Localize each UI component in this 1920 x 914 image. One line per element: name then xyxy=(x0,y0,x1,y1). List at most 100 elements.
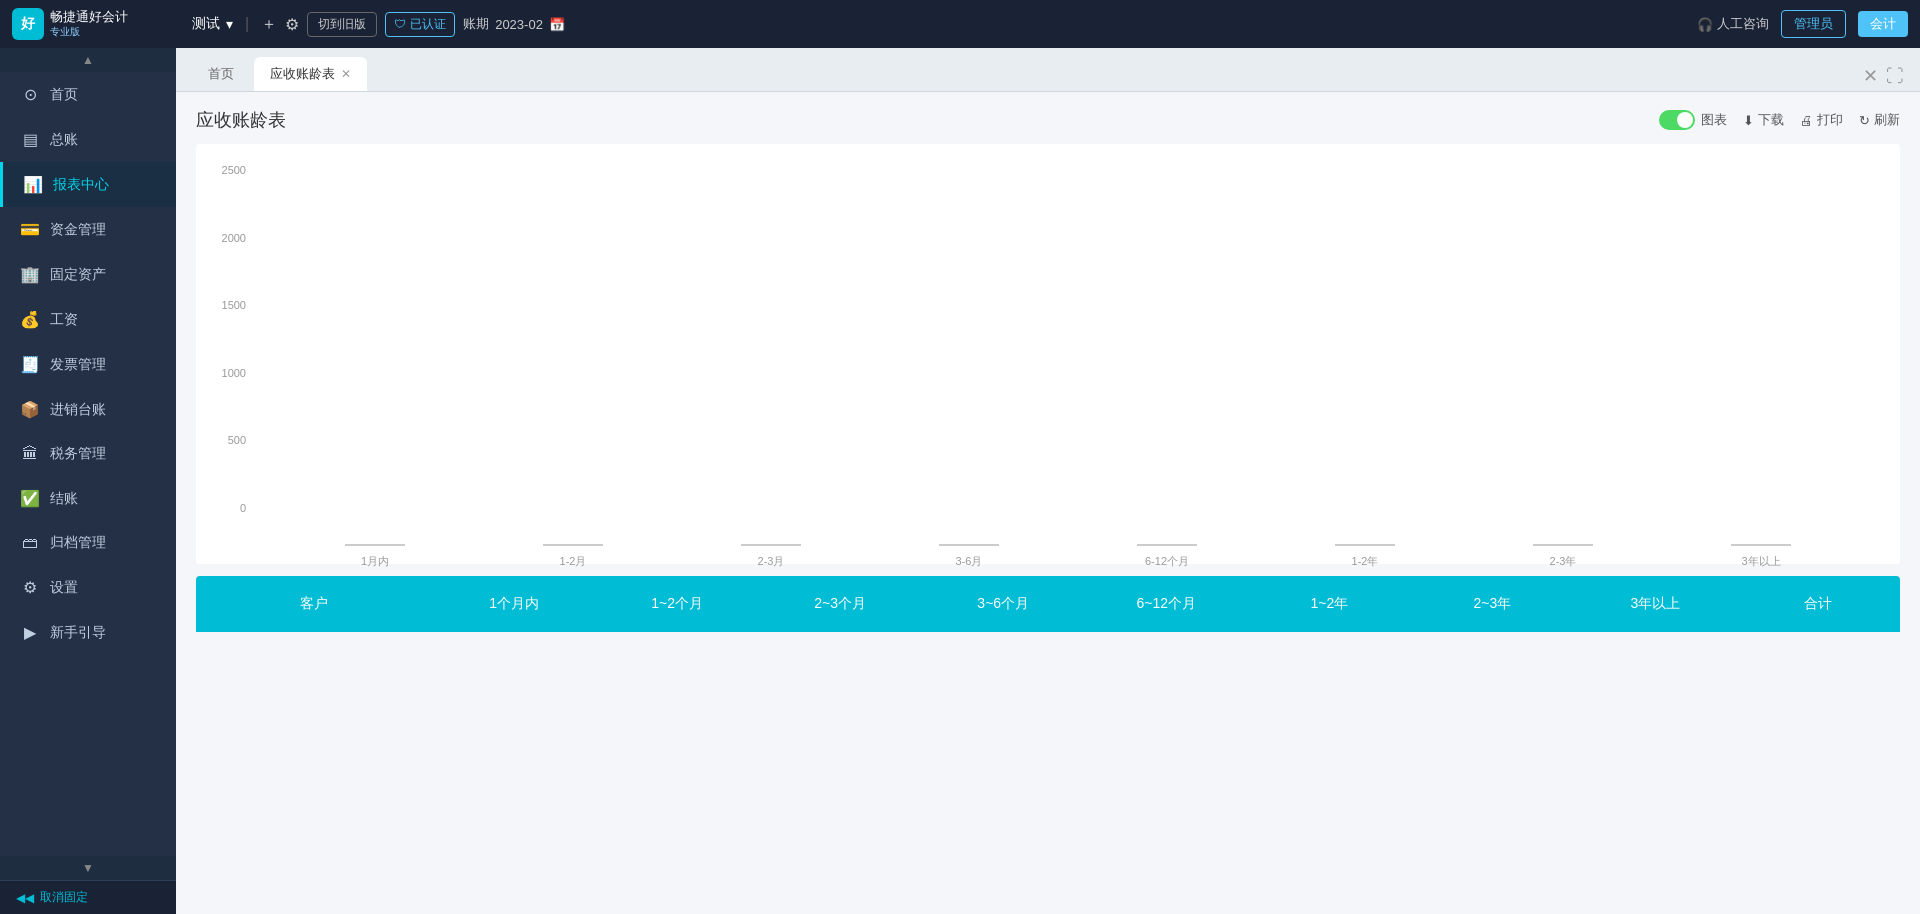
sidebar-item-funds[interactable]: 💳 资金管理 xyxy=(0,207,176,252)
logo-text: 畅捷通好会计 专业版 xyxy=(50,9,128,39)
sidebar-item-archive[interactable]: 🗃 归档管理 xyxy=(0,521,176,565)
chart-y-axis: 05001000150020002500 xyxy=(216,164,256,544)
app-logo: 好 畅捷通好会计 专业版 xyxy=(12,8,180,40)
print-button[interactable]: 🖨 打印 xyxy=(1800,111,1843,129)
sidebar-item-invoice[interactable]: 🧾 发票管理 xyxy=(0,342,176,387)
funds-icon: 💳 xyxy=(20,220,40,239)
sidebar-label-settle: 结账 xyxy=(50,490,78,508)
sidebar-label-settings: 设置 xyxy=(50,579,78,597)
sidebar-label-tax: 税务管理 xyxy=(50,445,106,463)
sidebar-label-reports: 报表中心 xyxy=(53,176,109,194)
scroll-down-button[interactable]: ▼ xyxy=(0,856,176,880)
calendar-icon[interactable]: 📅 xyxy=(549,17,565,32)
sidebar-label-funds: 资金管理 xyxy=(50,221,106,239)
table-header: 客户1个月内1~2个月2~3个月3~6个月6~12个月1~2年2~3年3年以上合… xyxy=(196,576,1900,632)
download-label: 下载 xyxy=(1758,111,1784,129)
switch-version-button[interactable]: 切到旧版 xyxy=(307,12,377,37)
pin-icon: ◀◀ xyxy=(16,891,34,905)
sidebar-label-ledger: 总账 xyxy=(50,131,78,149)
consult-label: 人工咨询 xyxy=(1717,15,1769,33)
trade-icon: 📦 xyxy=(20,400,40,419)
accountant-button[interactable]: 会计 xyxy=(1858,11,1908,37)
sidebar-item-settle[interactable]: ✅ 结账 xyxy=(0,476,176,521)
chart-bar: 2-3月 xyxy=(741,544,801,546)
print-label: 打印 xyxy=(1817,111,1843,129)
sidebar-label-trade: 进销台账 xyxy=(50,401,106,419)
tab-home-label: 首页 xyxy=(208,65,234,83)
download-icon: ⬇ xyxy=(1743,113,1754,128)
sidebar-item-reports[interactable]: 📊 报表中心 xyxy=(0,162,176,207)
sidebar-label-invoice: 发票管理 xyxy=(50,356,106,374)
topbar-right: 🎧 人工咨询 管理员 会计 xyxy=(1697,10,1908,38)
scroll-up-button[interactable]: ▲ xyxy=(0,48,176,72)
unpin-sidebar-button[interactable]: ◀◀ 取消固定 xyxy=(0,880,176,914)
home-icon: ⊙ xyxy=(20,85,40,104)
sidebar-item-tax[interactable]: 🏛 税务管理 xyxy=(0,432,176,476)
close-window-icon[interactable]: ✕ xyxy=(1863,65,1878,87)
tab-bar-right: ✕ ⛶ xyxy=(1863,65,1904,91)
expand-icon[interactable]: ⛶ xyxy=(1886,66,1904,87)
y-label: 500 xyxy=(216,434,246,446)
table-col-header-4: 3~6个月 xyxy=(922,579,1085,629)
table-col-header-1: 1个月内 xyxy=(433,579,596,629)
sidebar-item-settings[interactable]: ⚙ 设置 xyxy=(0,565,176,610)
settings-icon[interactable]: ⚙ xyxy=(285,15,299,34)
bar-x-label: 6-12个月 xyxy=(1145,554,1189,569)
tab-aging-close[interactable]: ✕ xyxy=(341,67,351,81)
sidebar-item-salary[interactable]: 💰 工资 xyxy=(0,297,176,342)
settings-icon: ⚙ xyxy=(20,578,40,597)
tab-aging[interactable]: 应收账龄表 ✕ xyxy=(254,57,367,91)
headset-icon: 🎧 xyxy=(1697,17,1713,32)
topbar: 好 畅捷通好会计 专业版 测试 ▾ | ＋ ⚙ 切到旧版 🛡 已认证 账期 20… xyxy=(0,0,1920,48)
sidebar-item-home[interactable]: ⊙ 首页 xyxy=(0,72,176,117)
toggle-thumb xyxy=(1677,112,1693,128)
consult-button[interactable]: 🎧 人工咨询 xyxy=(1697,15,1769,33)
logo-edition: 专业版 xyxy=(50,25,128,39)
tab-home[interactable]: 首页 xyxy=(192,57,250,91)
reports-icon: 📊 xyxy=(23,175,43,194)
bar-x-label: 3年以上 xyxy=(1741,554,1780,569)
bar-x-label: 2-3月 xyxy=(758,554,785,569)
chart-bar: 3-6月 xyxy=(939,544,999,546)
sidebar-label-guide: 新手引导 xyxy=(50,624,106,642)
tab-bar: 首页 应收账龄表 ✕ ✕ ⛶ xyxy=(176,48,1920,92)
bar-x-label: 1月内 xyxy=(361,554,389,569)
assets-icon: 🏢 xyxy=(20,265,40,284)
chart-container: 05001000150020002500 xyxy=(196,144,1900,564)
main-layout: ▲ ⊙ 首页 ▤ 总账 📊 报表中心 💳 资金管理 🏢 固定资产 💰 工资 🧾 … xyxy=(0,48,1920,914)
y-label: 2500 xyxy=(216,164,246,176)
sidebar-label-home: 首页 xyxy=(50,86,78,104)
download-button[interactable]: ⬇ 下载 xyxy=(1743,111,1784,129)
table-col-header-2: 1~2个月 xyxy=(596,579,759,629)
accounting-period: 账期 2023-02 📅 xyxy=(463,15,565,33)
topbar-actions: ＋ ⚙ 切到旧版 🛡 已认证 账期 2023-02 📅 xyxy=(261,12,565,37)
ledger-icon: ▤ xyxy=(20,130,40,149)
y-label: 1000 xyxy=(216,367,246,379)
sidebar-item-assets[interactable]: 🏢 固定资产 xyxy=(0,252,176,297)
manager-button[interactable]: 管理员 xyxy=(1781,10,1846,38)
sidebar-label-assets: 固定资产 xyxy=(50,266,106,284)
salary-icon: 💰 xyxy=(20,310,40,329)
page-title: 应收账龄表 xyxy=(196,108,286,132)
toggle-track[interactable] xyxy=(1659,110,1695,130)
sidebar-nav: ⊙ 首页 ▤ 总账 📊 报表中心 💳 资金管理 🏢 固定资产 💰 工资 🧾 发票… xyxy=(0,72,176,856)
period-label: 账期 xyxy=(463,15,489,33)
bar-x-label: 2-3年 xyxy=(1550,554,1577,569)
sidebar-label-archive: 归档管理 xyxy=(50,534,106,552)
page-actions: 图表 ⬇ 下载 🖨 打印 ↻ 刷新 xyxy=(1659,110,1900,130)
refresh-label: 刷新 xyxy=(1874,111,1900,129)
sidebar-label-salary: 工资 xyxy=(50,311,78,329)
table-col-header-7: 2~3年 xyxy=(1411,579,1574,629)
add-icon[interactable]: ＋ xyxy=(261,14,277,35)
sidebar-item-guide[interactable]: ▶ 新手引导 xyxy=(0,610,176,655)
logo-name: 畅捷通好会计 xyxy=(50,9,128,25)
sidebar-item-ledger[interactable]: ▤ 总账 xyxy=(0,117,176,162)
chart-toggle[interactable]: 图表 xyxy=(1659,110,1727,130)
table-col-header-5: 6~12个月 xyxy=(1085,579,1248,629)
page-content: 应收账龄表 图表 ⬇ 下载 🖨 打印 xyxy=(176,92,1920,914)
company-selector[interactable]: 测试 ▾ xyxy=(192,15,233,33)
chart-bar: 2-3年 xyxy=(1533,544,1593,546)
refresh-button[interactable]: ↻ 刷新 xyxy=(1859,111,1900,129)
chart-bar: 1-2月 xyxy=(543,544,603,546)
sidebar-item-trade[interactable]: 📦 进销台账 xyxy=(0,387,176,432)
